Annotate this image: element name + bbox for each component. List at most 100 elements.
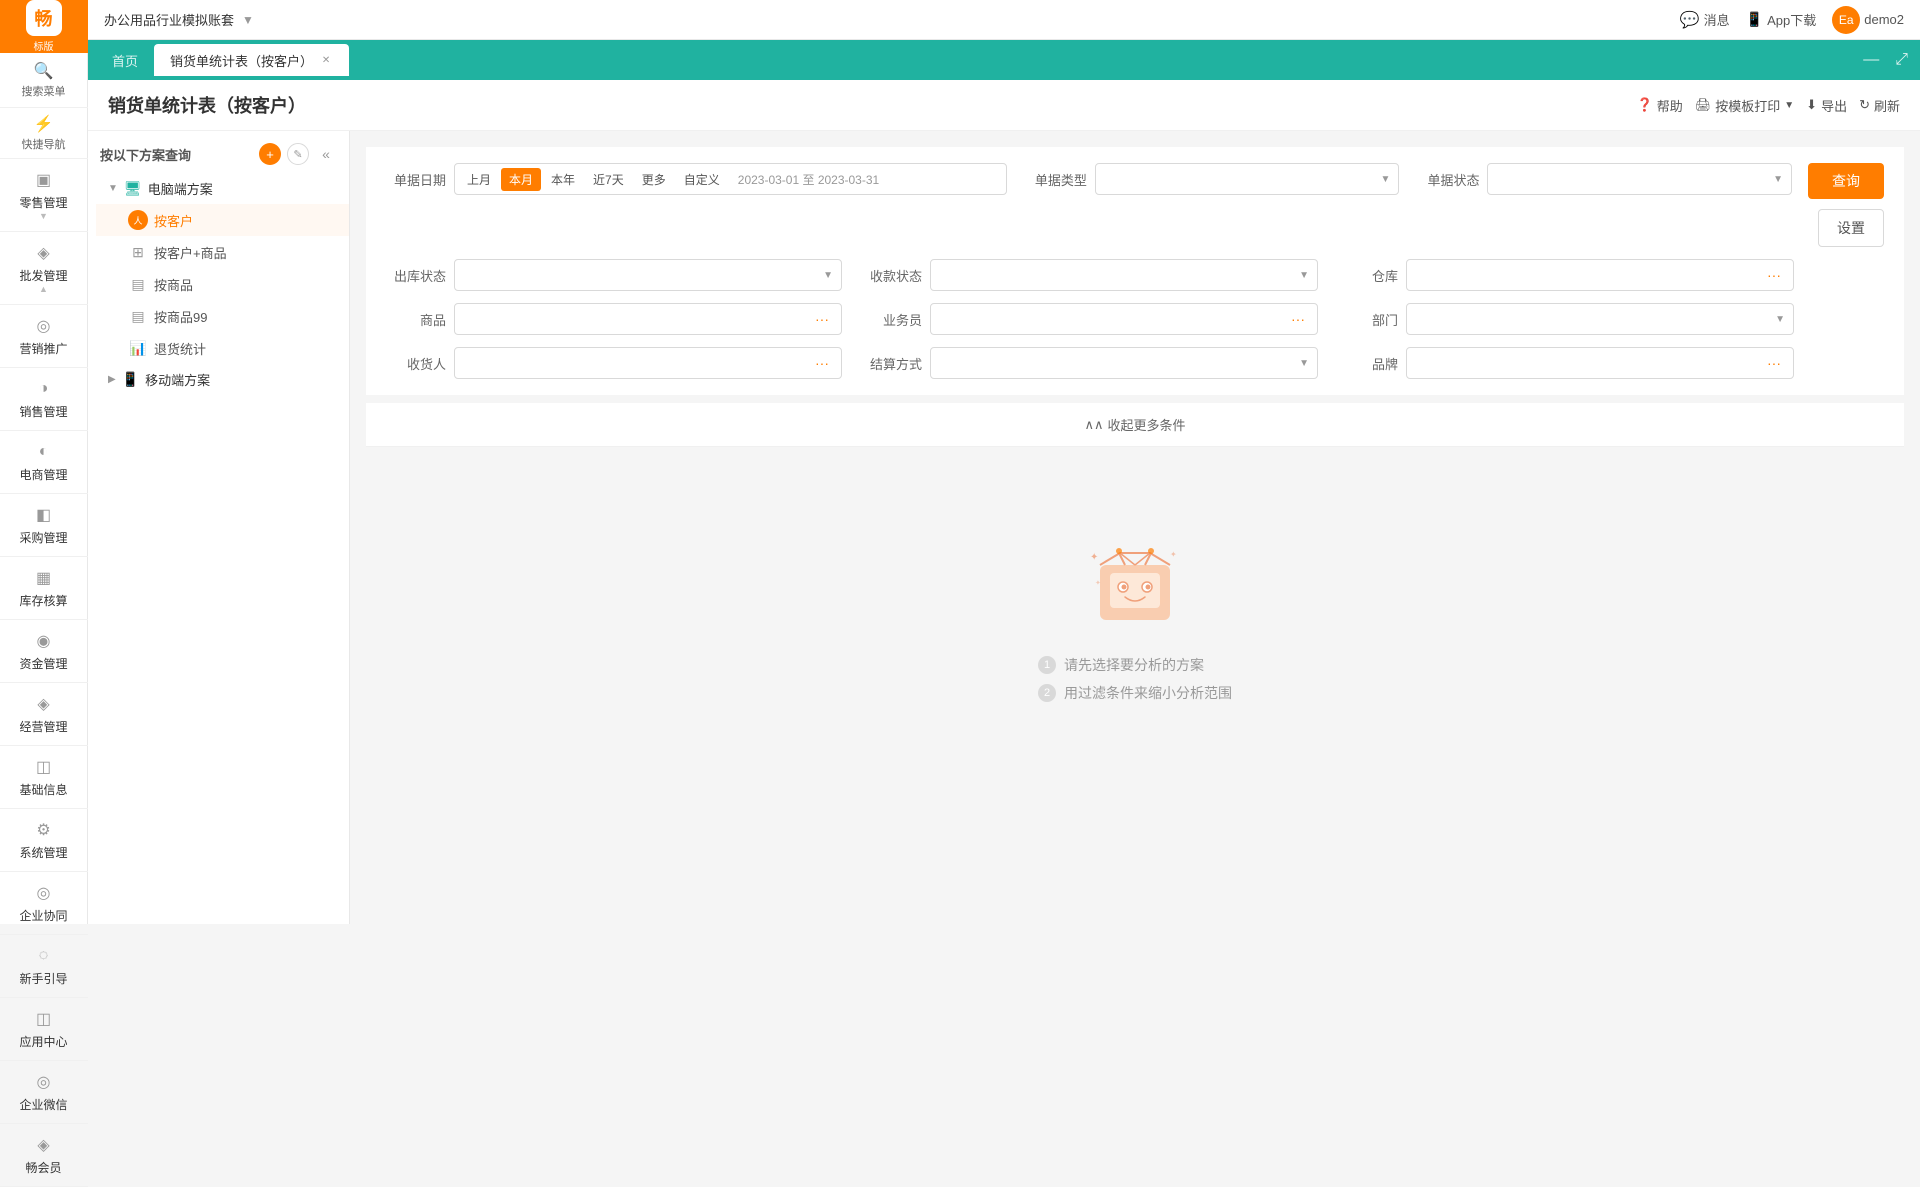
tree-item-return-stat-label: 退货统计 bbox=[154, 339, 206, 358]
out-status-select[interactable]: ▼ bbox=[454, 259, 842, 291]
receipt-status-select[interactable]: ▼ bbox=[930, 259, 1318, 291]
sidebar-item-marketing[interactable]: ◎ 营销推广 bbox=[0, 305, 88, 368]
sidebar-item-corp[interactable]: ◎ 企业协同 bbox=[0, 872, 88, 935]
edit-scheme-btn[interactable]: ✎ bbox=[287, 143, 309, 165]
sidebar-item-basic[interactable]: ◫ 基础信息 bbox=[0, 746, 88, 809]
tree-group-mobile-label: 移动端方案 bbox=[145, 370, 210, 389]
page-title: 销货单统计表（按客户） bbox=[108, 92, 306, 130]
tab-home[interactable]: 首页 bbox=[96, 44, 154, 76]
goods-dots: ··· bbox=[811, 311, 833, 327]
filter-panel: 单据日期 上月 本月 本年 近7天 更多 自定义 2023-03-01 至 20… bbox=[366, 147, 1904, 395]
brand-select[interactable]: ··· bbox=[1406, 347, 1794, 379]
sidebar-item-retail[interactable]: ▣ 零售管理 ▼ bbox=[0, 159, 88, 232]
date-label: 单据日期 bbox=[386, 170, 446, 189]
tree-item-goods99-label: 按商品99 bbox=[154, 307, 207, 326]
tabbar-right: — ⤢ bbox=[1859, 47, 1912, 73]
tree-expand-icon: ▼ bbox=[108, 183, 118, 194]
svg-text:✦: ✦ bbox=[1170, 550, 1177, 559]
tree-mobile-group: ▶ 📱 移动端方案 bbox=[88, 364, 349, 395]
date-tab-last-month[interactable]: 上月 bbox=[459, 167, 499, 192]
date-tab-more[interactable]: 更多 bbox=[634, 167, 674, 192]
page-header: 销货单统计表（按客户） ❓ 帮助 🖨 按模板打印 ▼ ⬇ 导出 ↻ 刷新 bbox=[88, 80, 1920, 131]
date-tab-this-month[interactable]: 本月 bbox=[501, 168, 541, 191]
dept-select[interactable]: ▼ bbox=[1406, 303, 1794, 335]
finance-label: 资金管理 bbox=[19, 655, 67, 672]
date-tab-custom[interactable]: 自定义 bbox=[676, 167, 728, 192]
newbie-icon: ◌ bbox=[33, 945, 55, 967]
collapse-label: 收起更多条件 bbox=[1108, 415, 1186, 434]
sidebar-item-sales[interactable]: ◑ 销售管理 bbox=[0, 368, 88, 431]
member-icon: ◈ bbox=[33, 1134, 55, 1156]
tree-group-desktop-header[interactable]: ▼ 🖥 电脑端方案 bbox=[96, 173, 349, 204]
tree-item-by-goods[interactable]: ▤ 按商品 bbox=[96, 268, 349, 300]
staff-select[interactable]: ··· bbox=[930, 303, 1318, 335]
staff-dots: ··· bbox=[1287, 311, 1309, 327]
warehouse-select[interactable]: ··· bbox=[1406, 259, 1794, 291]
tree-item-return-stat[interactable]: 📊 退货统计 bbox=[96, 332, 349, 364]
action-buttons: 查询 设置 bbox=[1792, 163, 1884, 247]
collapse-btn[interactable]: ∧∧ 收起更多条件 bbox=[1068, 411, 1201, 438]
system-label: 系统管理 bbox=[19, 844, 67, 861]
topbar-dropdown-icon[interactable]: ▼ bbox=[242, 13, 254, 27]
retail-icon: ▣ bbox=[33, 169, 55, 191]
sidebar-logo[interactable]: 畅 标版 bbox=[0, 0, 88, 53]
tree-item-goods-label: 按商品 bbox=[154, 275, 193, 294]
app-download-btn[interactable]: 📱 App下载 bbox=[1746, 10, 1817, 29]
setting-button[interactable]: 设置 bbox=[1818, 209, 1884, 247]
tab-report[interactable]: 销货单统计表（按客户） ✕ bbox=[154, 44, 349, 76]
left-panel-actions: + ✎ « bbox=[259, 143, 337, 165]
purchase-label: 采购管理 bbox=[19, 529, 67, 546]
print-btn[interactable]: 🖨 按模板打印 ▼ bbox=[1695, 96, 1794, 115]
sidebar-quicknav[interactable]: ⚡ 快捷导航 bbox=[0, 108, 88, 159]
refresh-btn[interactable]: ↻ 刷新 bbox=[1859, 96, 1900, 115]
collapse-panel-btn[interactable]: « bbox=[315, 143, 337, 165]
finance-icon: ◉ bbox=[33, 630, 55, 652]
sidebar-item-apps[interactable]: ◫ 应用中心 bbox=[0, 998, 88, 1061]
sidebar-item-inventory[interactable]: ▦ 库存核算 bbox=[0, 557, 88, 620]
dept-arrow: ▼ bbox=[1775, 314, 1785, 325]
sidebar-item-wholesale[interactable]: ◈ 批发管理 ▲ bbox=[0, 232, 88, 305]
sidebar-item-system[interactable]: ⚙ 系统管理 bbox=[0, 809, 88, 872]
consignee-label: 收货人 bbox=[386, 354, 446, 373]
tree-item-by-customer-goods[interactable]: ⊞ 按客户+商品 bbox=[96, 236, 349, 268]
help-btn[interactable]: ❓ 帮助 bbox=[1637, 96, 1683, 115]
settlement-label: 结算方式 bbox=[862, 354, 922, 373]
date-range-display: 2023-03-01 至 2023-03-31 bbox=[738, 171, 879, 188]
sidebar-search[interactable]: 🔍 搜索菜单 bbox=[0, 53, 88, 108]
user-profile-btn[interactable]: Ea demo2 bbox=[1832, 6, 1904, 34]
settlement-select[interactable]: ▼ bbox=[930, 347, 1318, 379]
left-panel-header: 按以下方案查询 + ✎ « bbox=[88, 143, 349, 173]
tab-close-icon[interactable]: ✕ bbox=[319, 53, 333, 67]
goods-select[interactable]: ··· bbox=[454, 303, 842, 335]
sidebar-item-newbie[interactable]: ◌ 新手引导 bbox=[0, 935, 88, 998]
date-tab-this-year[interactable]: 本年 bbox=[543, 167, 583, 192]
consignee-select[interactable]: ··· bbox=[454, 347, 842, 379]
tree-item-customer-goods-label: 按客户+商品 bbox=[154, 243, 227, 262]
purchase-icon: ◧ bbox=[33, 504, 55, 526]
tab-minimize-icon[interactable]: — bbox=[1859, 47, 1883, 73]
tip-1-text: 请先选择要分析的方案 bbox=[1064, 655, 1204, 675]
export-btn[interactable]: ⬇ 导出 bbox=[1806, 96, 1847, 115]
sidebar-item-ecom[interactable]: ◐ 电商管理 bbox=[0, 431, 88, 494]
sidebar-item-biz[interactable]: ◈ 经营管理 bbox=[0, 683, 88, 746]
query-button[interactable]: 查询 bbox=[1808, 163, 1884, 199]
tabbar: 首页 销货单统计表（按客户） ✕ — ⤢ bbox=[88, 40, 1920, 80]
message-btn[interactable]: 💬 消息 bbox=[1680, 10, 1730, 30]
tab-report-label: 销货单统计表（按客户） bbox=[170, 51, 313, 70]
sidebar-item-finance[interactable]: ◉ 资金管理 bbox=[0, 620, 88, 683]
sidebar-item-member[interactable]: ◈ 畅会员 bbox=[0, 1124, 88, 1187]
tree-item-by-customer[interactable]: 人 按客户 bbox=[96, 204, 349, 236]
wechat-icon: ◎ bbox=[33, 1071, 55, 1093]
tree-item-by-goods99[interactable]: ▤ 按商品99 bbox=[96, 300, 349, 332]
tab-maximize-icon[interactable]: ⤢ bbox=[1891, 47, 1912, 73]
sidebar-item-wechat[interactable]: ◎ 企业微信 bbox=[0, 1061, 88, 1124]
doc-status-select[interactable]: ▼ bbox=[1487, 163, 1792, 195]
sidebar-item-purchase[interactable]: ◧ 采购管理 bbox=[0, 494, 88, 557]
marketing-icon: ◎ bbox=[33, 315, 55, 337]
doc-type-select[interactable]: ▼ bbox=[1095, 163, 1400, 195]
user-name: demo2 bbox=[1864, 12, 1904, 27]
date-tab-last7days[interactable]: 近7天 bbox=[585, 167, 632, 192]
tree-group-desktop-label: 电脑端方案 bbox=[148, 179, 213, 198]
add-scheme-btn[interactable]: + bbox=[259, 143, 281, 165]
tree-group-mobile-header[interactable]: ▶ 📱 移动端方案 bbox=[96, 364, 349, 395]
